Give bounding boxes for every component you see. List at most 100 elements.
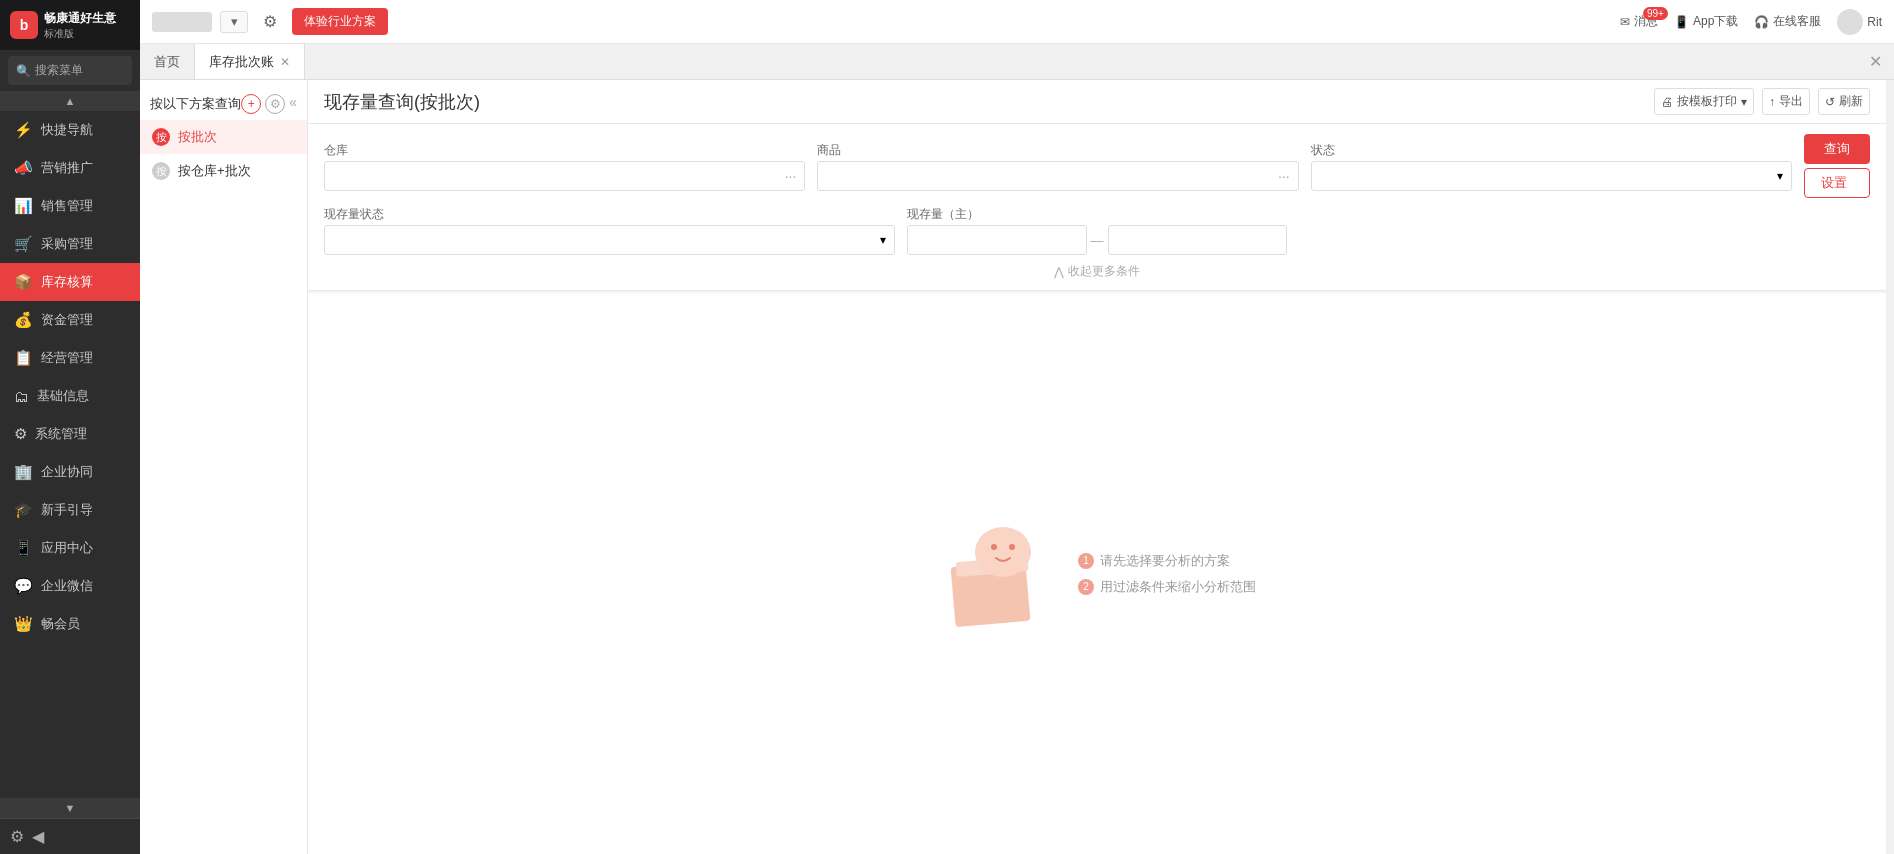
sidebar-item-member[interactable]: 👑 畅会员 [0, 605, 140, 643]
filter-row-1: 仓库 ··· 商品 ··· 状态 [324, 134, 1870, 198]
sidebar-brand: 畅康通好生意 标准版 [44, 10, 116, 41]
sidebar-item-inventory[interactable]: 📦 库存核算 [0, 263, 140, 301]
sidebar-item-finance[interactable]: 💰 资金管理 [0, 301, 140, 339]
message-badge: 99+ [1643, 7, 1668, 20]
template-print-btn[interactable]: 🖨 按模板打印 ▾ [1654, 88, 1754, 115]
empty-step-2: 2 用过滤条件来缩小分析范围 [1078, 578, 1256, 596]
right-scrollbar[interactable] [1886, 80, 1894, 854]
inventory-quantity-range: — [907, 225, 1287, 255]
tab-home-label: 首页 [154, 53, 180, 71]
breadcrumb-dropdown[interactable]: ▾ [220, 11, 248, 33]
filter-area: 仓库 ··· 商品 ··· 状态 [308, 124, 1886, 291]
sidebar-item-label: 基础信息 [37, 387, 89, 405]
quick-nav-icon: ⚡ [14, 121, 33, 139]
filter-warehouse-field: 仓库 ··· [324, 142, 805, 191]
search-icon: 🔍 [16, 64, 31, 78]
warehouse-label: 仓库 [324, 142, 805, 159]
experience-btn[interactable]: 体验行业方案 [292, 8, 388, 35]
basic-icon: 🗂 [14, 388, 29, 405]
left-panel-icons: + ⚙ « [241, 94, 297, 114]
settings-btn[interactable]: 设置 [1804, 168, 1870, 198]
scroll-down-btn[interactable]: ▼ [0, 798, 140, 818]
product-more-icon: ··· [1278, 168, 1290, 184]
sidebar-item-wechat[interactable]: 💬 企业微信 [0, 567, 140, 605]
company-name: 畅康通好生意 [44, 10, 116, 27]
left-panel: 按以下方案查询 + ⚙ « 按 按批次 按 按仓库+批次 [140, 80, 308, 854]
tab-inventory-batch[interactable]: 库存批次账 ✕ [195, 44, 305, 79]
sidebar-item-newbie[interactable]: 🎓 新手引导 [0, 491, 140, 529]
username-label: Rit [1867, 15, 1882, 29]
message-btn[interactable]: ✉ 消息 99+ [1620, 13, 1658, 30]
message-icon: ✉ [1620, 15, 1630, 29]
plan-settings-btn[interactable]: ⚙ [265, 94, 285, 114]
left-panel-header: 按以下方案查询 + ⚙ « [140, 88, 307, 120]
app-download-label: App下载 [1693, 13, 1738, 30]
collapse-more-label: 收起更多条件 [1068, 263, 1140, 280]
refresh-btn[interactable]: ↺ 刷新 [1818, 88, 1870, 115]
avatar [1837, 9, 1863, 35]
sidebar-item-label: 系统管理 [35, 425, 87, 443]
sidebar-item-purchase[interactable]: 🛒 采购管理 [0, 225, 140, 263]
sidebar-item-label: 销售管理 [41, 197, 93, 215]
status-label: 状态 [1311, 142, 1792, 159]
close-all-tabs-btn[interactable]: ✕ [1857, 52, 1894, 71]
status-select[interactable]: ▾ [1311, 161, 1792, 191]
sidebar-item-label: 经营管理 [41, 349, 93, 367]
main-panel: 现存量查询(按批次) 🖨 按模板打印 ▾ ↑ 导出 ↺ 刷新 [308, 80, 1886, 854]
tabs-bar: 首页 库存批次账 ✕ ✕ [140, 44, 1894, 80]
sidebar-item-enterprise[interactable]: 🏢 企业协同 [0, 453, 140, 491]
newbie-icon: 🎓 [14, 501, 33, 519]
collapse-panel-btn[interactable]: « [289, 94, 297, 114]
enterprise-icon: 🏢 [14, 463, 33, 481]
add-plan-btn[interactable]: + [241, 94, 261, 114]
quantity-min-input[interactable] [907, 225, 1087, 255]
template-print-label: 按模板打印 [1677, 93, 1737, 110]
page-header-actions: 🖨 按模板打印 ▾ ↑ 导出 ↺ 刷新 [1654, 88, 1870, 115]
settings-footer-btn[interactable]: ⚙ [10, 827, 24, 846]
sidebar: b 畅康通好生意 标准版 🔍 搜索菜单 ▲ ⚡ 快捷导航 📣 营销推广 📊 销售… [0, 0, 140, 854]
sidebar-item-label: 库存核算 [41, 273, 93, 291]
collapse-more-btn[interactable]: ⋀ 收起更多条件 [324, 263, 1870, 280]
sidebar-item-operation[interactable]: 📋 经营管理 [0, 339, 140, 377]
product-label: 商品 [817, 142, 1298, 159]
plan-item-by-warehouse-batch[interactable]: 按 按仓库+批次 [140, 154, 307, 188]
range-dash: — [1091, 233, 1104, 248]
quantity-max-input[interactable] [1108, 225, 1288, 255]
plan-item-by-batch[interactable]: 按 按批次 [140, 120, 307, 154]
sidebar-item-basic[interactable]: 🗂 基础信息 [0, 377, 140, 415]
product-input[interactable]: ··· [817, 161, 1298, 191]
sidebar-item-label: 应用中心 [41, 539, 93, 557]
scroll-up-btn[interactable]: ▲ [0, 91, 140, 111]
system-icon: ⚙ [14, 425, 27, 443]
export-btn[interactable]: ↑ 导出 [1762, 88, 1810, 115]
app-download-btn[interactable]: 📱 App下载 [1674, 13, 1738, 30]
inventory-status-select[interactable]: ▾ [324, 225, 895, 255]
tab-inventory-batch-close[interactable]: ✕ [280, 55, 290, 69]
sidebar-item-app-center[interactable]: 📱 应用中心 [0, 529, 140, 567]
sidebar-item-marketing[interactable]: 📣 营销推广 [0, 149, 140, 187]
warehouse-more-icon: ··· [785, 168, 797, 184]
phone-icon: 📱 [1674, 15, 1689, 29]
search-menu[interactable]: 🔍 搜索菜单 [8, 56, 132, 85]
sidebar-item-system[interactable]: ⚙ 系统管理 [0, 415, 140, 453]
tab-home[interactable]: 首页 [140, 44, 195, 79]
step-2-text: 用过滤条件来缩小分析范围 [1100, 578, 1256, 596]
svg-point-2 [975, 527, 1031, 577]
topbar: ▾ ⚙ 体验行业方案 ✉ 消息 99+ 📱 App下载 🎧 在线客服 Rit [140, 0, 1894, 44]
sidebar-item-label: 采购管理 [41, 235, 93, 253]
filter-row-2: 现存量状态 ▾ 现存量（主） — [324, 206, 1870, 255]
sidebar-item-label: 企业协同 [41, 463, 93, 481]
sidebar-item-quick-nav[interactable]: ⚡ 快捷导航 [0, 111, 140, 149]
page-title: 现存量查询(按批次) [324, 90, 480, 114]
filter-product-field: 商品 ··· [817, 142, 1298, 191]
plan-icon-warehouse-batch: 按 [152, 162, 170, 180]
user-avatar-btn[interactable]: Rit [1837, 9, 1882, 35]
settings-gear-btn[interactable]: ⚙ [256, 8, 284, 36]
collapse-sidebar-btn[interactable]: ◀ [32, 827, 44, 846]
sidebar-item-sales[interactable]: 📊 销售管理 [0, 187, 140, 225]
warehouse-input[interactable]: ··· [324, 161, 805, 191]
content-area: 按以下方案查询 + ⚙ « 按 按批次 按 按仓库+批次 现存量查询(按批次) [140, 80, 1894, 854]
online-service-btn[interactable]: 🎧 在线客服 [1754, 13, 1821, 30]
query-btn[interactable]: 查询 [1804, 134, 1870, 164]
sidebar-footer: ⚙ ◀ [0, 818, 140, 854]
